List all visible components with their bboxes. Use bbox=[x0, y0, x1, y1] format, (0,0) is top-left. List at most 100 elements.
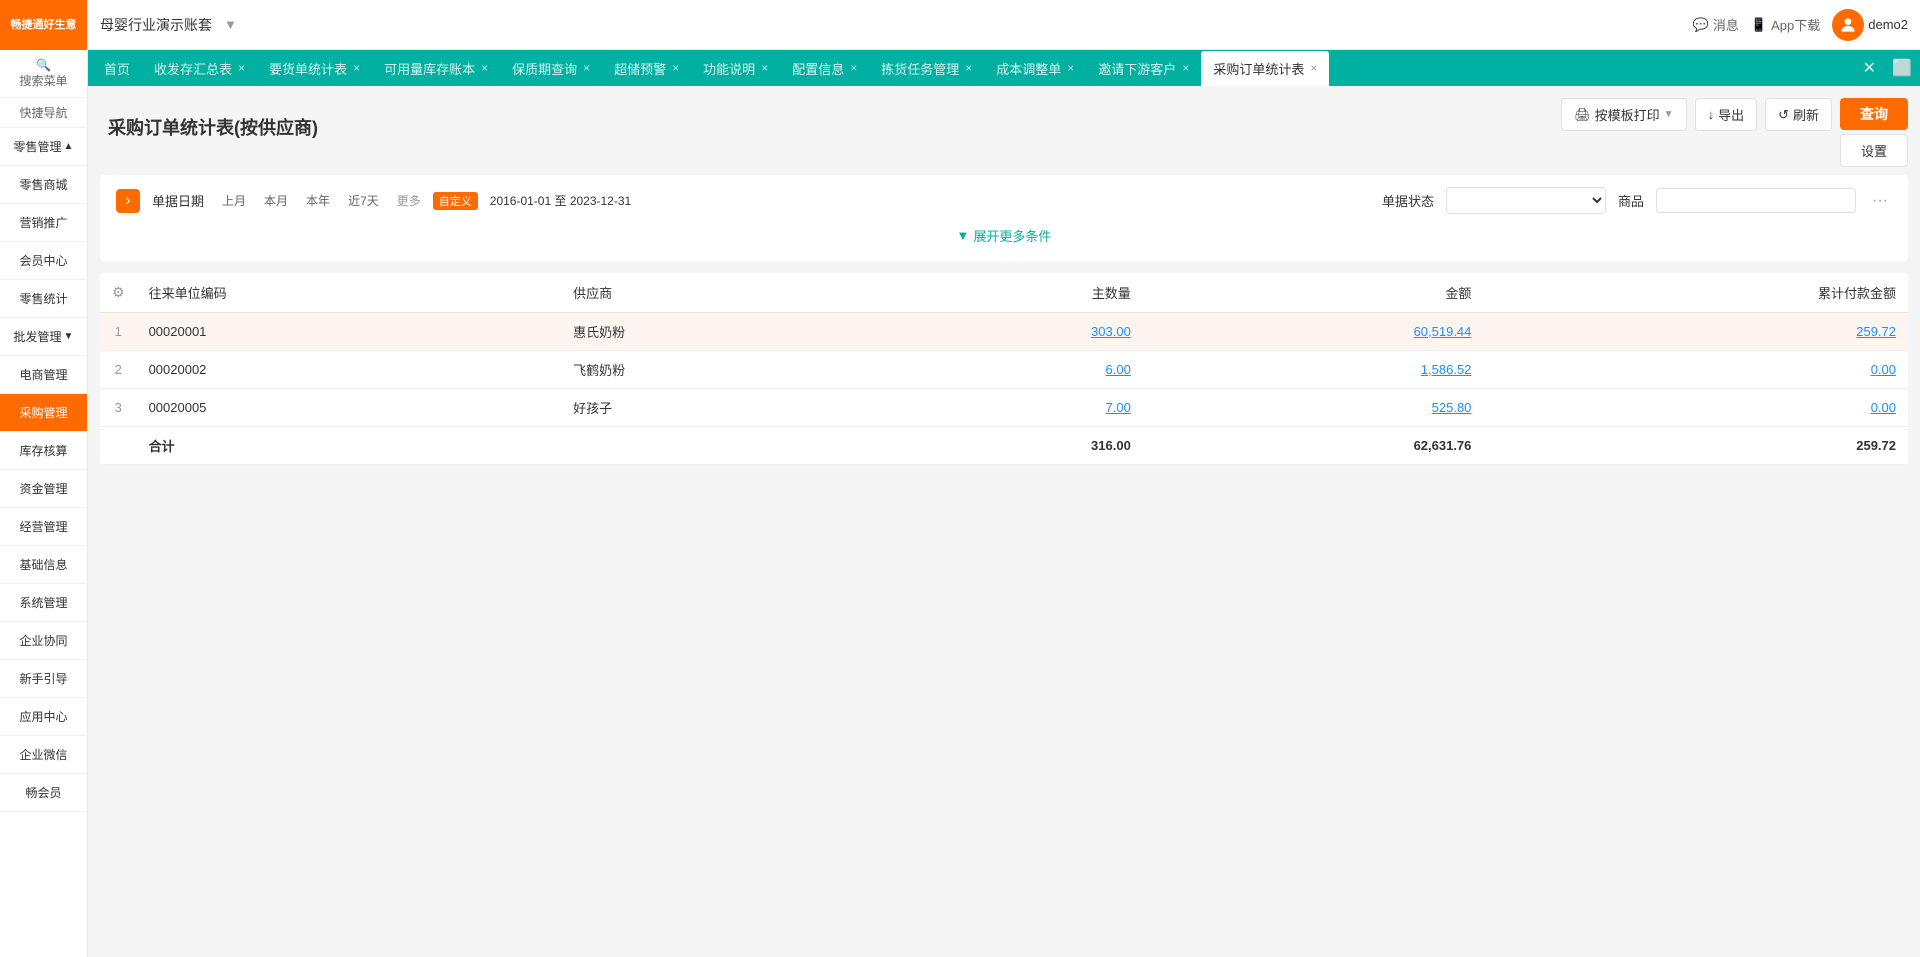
print-button[interactable]: 🖨 按模板打印 ▼ bbox=[1561, 98, 1686, 131]
tab-overstock[interactable]: 超储预警 × bbox=[602, 51, 691, 86]
footer-qty: 316.00 bbox=[877, 427, 1142, 465]
goods-more-btn[interactable]: ··· bbox=[1868, 192, 1892, 210]
status-select[interactable] bbox=[1446, 187, 1606, 214]
tab-close-cost-adjust[interactable]: × bbox=[1067, 62, 1074, 74]
query-button[interactable]: 查询 bbox=[1840, 98, 1908, 130]
row-amount[interactable]: 525.80 bbox=[1143, 389, 1484, 427]
sidebar-item-inventory[interactable]: 库存核算 bbox=[0, 432, 87, 470]
sidebar-item-enterprise[interactable]: 企业协同 bbox=[0, 622, 87, 660]
date-option-lastmonth[interactable]: 上月 bbox=[216, 190, 252, 211]
tab-cost-adjust[interactable]: 成本调整单 × bbox=[984, 51, 1086, 86]
tab-home[interactable]: 首页 bbox=[92, 51, 142, 86]
status-select-wrap bbox=[1446, 187, 1606, 214]
row-paid[interactable]: 259.72 bbox=[1483, 313, 1908, 351]
row-qty[interactable]: 7.00 bbox=[877, 389, 1142, 427]
row-code: 00020005 bbox=[137, 389, 562, 427]
sidebar-item-vip[interactable]: 畅会员 bbox=[0, 774, 87, 812]
tab-pick-task[interactable]: 拣货任务管理 × bbox=[869, 51, 984, 86]
date-option-7days[interactable]: 近7天 bbox=[342, 190, 385, 211]
chevron-down-icon: ▲ bbox=[64, 141, 74, 152]
page-header-actions: 🖨 按模板打印 ▼ ↓ 导出 ↺ 刷新 查询 设置 bbox=[1561, 98, 1908, 167]
sidebar-item-wechat[interactable]: 企业微信 bbox=[0, 736, 87, 774]
user-menu[interactable]: demo2 bbox=[1832, 9, 1908, 41]
export-button[interactable]: ↓ 导出 bbox=[1695, 98, 1758, 131]
tab-close-shelf-life[interactable]: × bbox=[583, 62, 590, 74]
sidebar-item-retailstat[interactable]: 零售统计 bbox=[0, 280, 87, 318]
goods-label: 商品 bbox=[1618, 191, 1644, 210]
tab-purchase-stat[interactable]: 采购订单统计表 × bbox=[1201, 51, 1329, 86]
tab-invite-downstream[interactable]: 邀请下游客户 × bbox=[1086, 51, 1201, 86]
tabbar: 首页 收发存汇总表 × 要货单统计表 × 可用量库存账本 × 保质期查询 × 超… bbox=[88, 50, 1920, 86]
footer-empty-2 bbox=[561, 427, 877, 465]
tab-close-purchase-stat[interactable]: × bbox=[1310, 62, 1317, 74]
date-custom-badge[interactable]: 自定义 bbox=[433, 192, 478, 210]
sidebar-item-quicknav[interactable]: 快捷导航 bbox=[0, 98, 87, 128]
tab-close-receivepay[interactable]: × bbox=[238, 62, 245, 74]
sidebar-item-finance[interactable]: 资金管理 bbox=[0, 470, 87, 508]
sidebar-item-search[interactable]: 🔍 搜索菜单 bbox=[0, 50, 87, 98]
row-num: 3 bbox=[100, 389, 137, 427]
tab-close-goods-stat[interactable]: × bbox=[353, 62, 360, 74]
filter-toggle-btn[interactable]: › bbox=[116, 189, 140, 213]
tab-close-available-inv[interactable]: × bbox=[481, 62, 488, 74]
tab-goods-stat[interactable]: 要货单统计表 × bbox=[257, 51, 372, 86]
topbar-dropdown-icon[interactable]: ▼ bbox=[224, 17, 237, 32]
sidebar-item-newuser[interactable]: 新手引导 bbox=[0, 660, 87, 698]
date-option-more[interactable]: 更多 bbox=[391, 190, 427, 211]
table-container: ⚙ 往来单位编码 供应商 主数量 金额 累计付款金额 1 00020001 惠氏… bbox=[100, 273, 1908, 465]
chevron-down-icon: ▼ bbox=[64, 331, 74, 342]
date-range-display: 2016-01-01 至 2023-12-31 bbox=[490, 192, 631, 209]
goods-input[interactable] bbox=[1656, 188, 1856, 213]
sidebar-item-retailshop[interactable]: 零售商城 bbox=[0, 166, 87, 204]
date-option-thismonth[interactable]: 本月 bbox=[258, 190, 294, 211]
tab-close-overstock[interactable]: × bbox=[672, 62, 679, 74]
sidebar-item-appcenter[interactable]: 应用中心 bbox=[0, 698, 87, 736]
purchase-stat-table: ⚙ 往来单位编码 供应商 主数量 金额 累计付款金额 1 00020001 惠氏… bbox=[100, 273, 1908, 465]
status-label: 单据状态 bbox=[1382, 191, 1434, 210]
column-settings-icon[interactable]: ⚙ bbox=[112, 284, 125, 300]
sidebar-item-member[interactable]: 会员中心 bbox=[0, 242, 87, 280]
refresh-button[interactable]: ↺ 刷新 bbox=[1765, 98, 1832, 131]
row-qty[interactable]: 303.00 bbox=[877, 313, 1142, 351]
row-num: 1 bbox=[100, 313, 137, 351]
filter-section: › 单据日期 上月 本月 本年 近7天 更多 自定义 2016-01-01 至 … bbox=[100, 175, 1908, 261]
sidebar-item-retail[interactable]: 零售管理 ▲ bbox=[0, 128, 87, 166]
app-download-action[interactable]: 📱 App下载 bbox=[1751, 15, 1820, 34]
tab-receivepay[interactable]: 收发存汇总表 × bbox=[142, 51, 257, 86]
sidebar-item-operations[interactable]: 经营管理 bbox=[0, 508, 87, 546]
tab-close-all-btn[interactable]: ✕ bbox=[1859, 54, 1880, 82]
export-icon: ↓ bbox=[1708, 107, 1715, 122]
sidebar-item-system[interactable]: 系统管理 bbox=[0, 584, 87, 622]
sidebar-item-basics[interactable]: 基础信息 bbox=[0, 546, 87, 584]
row-paid[interactable]: 0.00 bbox=[1483, 389, 1908, 427]
tab-available-inv[interactable]: 可用量库存账本 × bbox=[372, 51, 500, 86]
tab-close-invite-downstream[interactable]: × bbox=[1182, 62, 1189, 74]
footer-label: 合计 bbox=[137, 427, 562, 465]
sidebar-item-purchase[interactable]: 采购管理 bbox=[0, 394, 87, 432]
sidebar-item-wholesale[interactable]: 批发管理 ▼ bbox=[0, 318, 87, 356]
logo-text: 畅捷通好生意 bbox=[11, 18, 77, 32]
tab-config-info[interactable]: 配置信息 × bbox=[780, 51, 869, 86]
tab-close-config-info[interactable]: × bbox=[850, 62, 857, 74]
query-settings-col: 查询 设置 bbox=[1840, 98, 1908, 167]
main-area: 母婴行业演示账套 ▼ 💬 消息 📱 App下载 demo2 首页 收发存汇总表 … bbox=[88, 0, 1920, 957]
table-body: 1 00020001 惠氏奶粉 303.00 60,519.44 259.72 … bbox=[100, 313, 1908, 427]
sidebar-item-ecommerce[interactable]: 电商管理 bbox=[0, 356, 87, 394]
row-supplier: 惠氏奶粉 bbox=[561, 313, 877, 351]
tab-shelf-life[interactable]: 保质期查询 × bbox=[500, 51, 602, 86]
page-title: 采购订单统计表(按供应商) bbox=[100, 114, 318, 140]
tab-func-desc[interactable]: 功能说明 × bbox=[691, 51, 780, 86]
row-amount[interactable]: 1,586.52 bbox=[1143, 351, 1484, 389]
settings-button[interactable]: 设置 bbox=[1840, 134, 1908, 167]
date-option-thisyear[interactable]: 本年 bbox=[300, 190, 336, 211]
message-action[interactable]: 💬 消息 bbox=[1693, 15, 1739, 34]
row-paid[interactable]: 0.00 bbox=[1483, 351, 1908, 389]
col-supplier: 供应商 bbox=[561, 273, 877, 313]
tab-close-pick-task[interactable]: × bbox=[965, 62, 972, 74]
sidebar-item-marketing[interactable]: 营销推广 bbox=[0, 204, 87, 242]
row-amount[interactable]: 60,519.44 bbox=[1143, 313, 1484, 351]
row-qty[interactable]: 6.00 bbox=[877, 351, 1142, 389]
tab-close-func-desc[interactable]: × bbox=[761, 62, 768, 74]
tab-maximize-btn[interactable]: ⬜ bbox=[1888, 54, 1916, 82]
expand-more-btn[interactable]: ▼ 展开更多条件 bbox=[116, 218, 1892, 249]
